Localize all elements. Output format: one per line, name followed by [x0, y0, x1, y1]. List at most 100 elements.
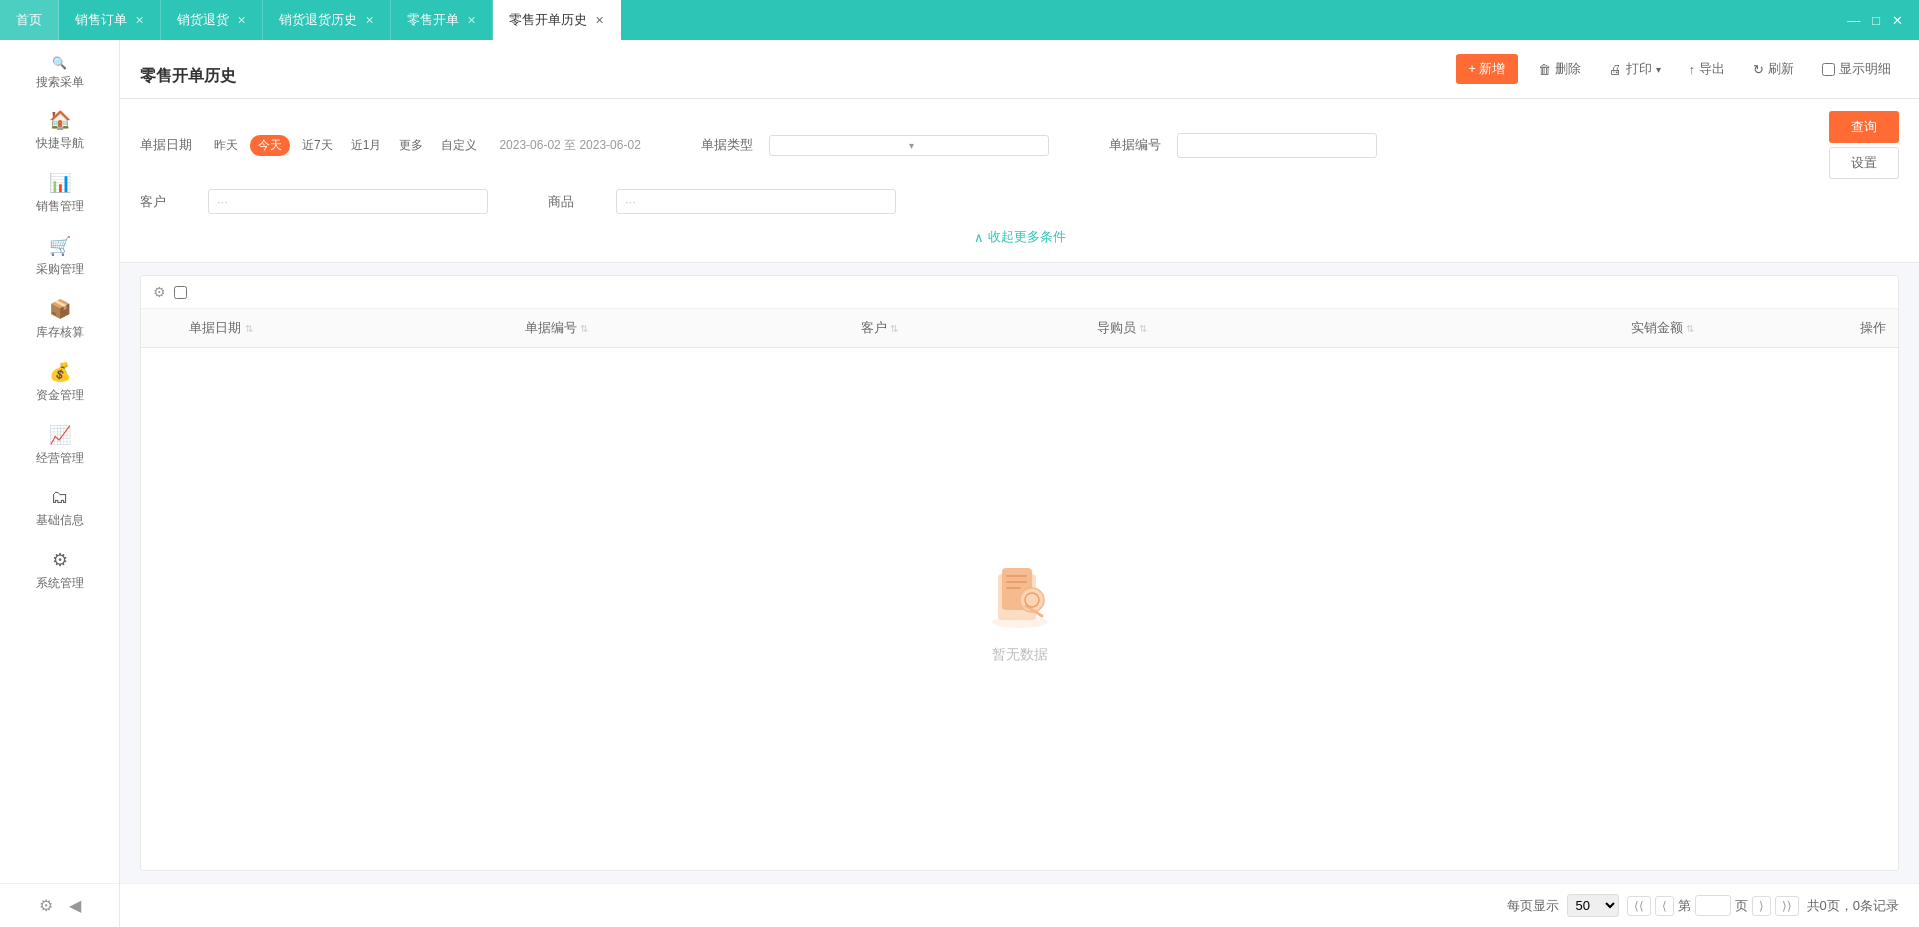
refresh-button[interactable]: ↻ 刷新	[1745, 56, 1802, 82]
print-button[interactable]: 🖨 打印 ▾	[1601, 56, 1669, 82]
column-settings-icon[interactable]: ⚙	[153, 284, 166, 300]
per-page-select[interactable]: 50 10 20 100	[1567, 894, 1619, 917]
date-opt-yesterday[interactable]: 昨天	[208, 135, 244, 156]
date-opt-today[interactable]: 今天	[250, 135, 290, 156]
table-area: ⚙ 单据日期 单据编号	[120, 263, 1919, 883]
tab-home[interactable]: 首页	[0, 0, 59, 40]
next-page-button[interactable]: ⟩	[1752, 896, 1771, 916]
first-page-button[interactable]: ⟨⟨	[1627, 896, 1651, 916]
sidebar-item-inventory[interactable]: 📦 库存核算	[0, 288, 119, 351]
window-close[interactable]: ✕	[1892, 13, 1903, 28]
main-layout: 🔍 搜索采单 🏠 快捷导航 📊 销售管理 🛒 采购管理 📦 库存核算 💰 资金管…	[0, 40, 1919, 927]
display-detail-checkbox[interactable]: 显示明细	[1814, 56, 1899, 82]
tab-retail-open-history[interactable]: 零售开单历史 ✕	[493, 0, 621, 40]
th-num[interactable]: 单据编号	[513, 309, 849, 348]
close-tab-sales-order[interactable]: ✕	[135, 14, 144, 27]
doc-num-filter-group: 单据编号	[1109, 133, 1377, 158]
window-minimize[interactable]: —	[1847, 13, 1860, 28]
empty-text: 暂无数据	[992, 646, 1048, 664]
sidebar-item-quick-nav[interactable]: 🏠 快捷导航	[0, 99, 119, 162]
sidebar: 🔍 搜索采单 🏠 快捷导航 📊 销售管理 🛒 采购管理 📦 库存核算 💰 资金管…	[0, 40, 120, 927]
goods-input[interactable]: ···	[616, 189, 896, 214]
empty-state: 暂无数据	[141, 348, 1898, 870]
filter-row-2: 客户 ··· 商品 ···	[140, 189, 1899, 214]
delete-icon: 🗑	[1538, 62, 1551, 77]
date-range-display: 2023-06-02 至 2023-06-02	[499, 137, 640, 154]
cart-icon: 🛒	[49, 235, 71, 257]
window-controls: — □ ✕	[1831, 13, 1919, 28]
collapse-more-button[interactable]: ∧ 收起更多条件	[974, 224, 1066, 250]
filter-area: 单据日期 昨天 今天 近7天 近1月 更多 自定义 2023-06-02 至 2…	[120, 99, 1919, 263]
doc-type-select[interactable]: ▾	[769, 135, 1049, 156]
th-guide[interactable]: 导购员	[1085, 309, 1371, 348]
query-buttons: 查询 设置	[1829, 111, 1899, 179]
settings-icon[interactable]: ⚙	[39, 896, 53, 915]
collapse-sidebar-icon[interactable]: ◀	[69, 896, 81, 915]
table-toolbar: ⚙	[141, 276, 1898, 309]
query-button[interactable]: 查询	[1829, 111, 1899, 143]
system-icon: ⚙	[52, 549, 68, 571]
close-tab-retail-open-history[interactable]: ✕	[595, 14, 604, 27]
date-opt-7days[interactable]: 近7天	[296, 135, 339, 156]
ops-icon: 📈	[49, 424, 71, 446]
date-opt-custom[interactable]: 自定义	[435, 135, 483, 156]
export-icon: ↑	[1689, 62, 1696, 77]
delete-button[interactable]: 🗑 删除	[1530, 56, 1589, 82]
filter-row-1: 单据日期 昨天 今天 近7天 近1月 更多 自定义 2023-06-02 至 2…	[140, 111, 1899, 179]
th-amount[interactable]: 实销金额	[1371, 309, 1707, 348]
add-button[interactable]: + 新增	[1456, 54, 1517, 84]
doc-num-text-input[interactable]	[1186, 138, 1368, 153]
sidebar-bottom: ⚙ ◀	[0, 883, 119, 927]
print-icon: 🖨	[1609, 62, 1622, 77]
sidebar-search[interactable]: 🔍 搜索采单	[0, 48, 119, 99]
tab-sales-return[interactable]: 销货退货 ✕	[161, 0, 263, 40]
page-unit: 页	[1735, 897, 1748, 915]
tab-retail-open[interactable]: 零售开单 ✕	[391, 0, 493, 40]
date-opt-more[interactable]: 更多	[393, 135, 429, 156]
money-icon: 💰	[49, 361, 71, 383]
sidebar-item-finance[interactable]: 💰 资金管理	[0, 351, 119, 414]
chart-icon: 📊	[49, 172, 71, 194]
doc-type-filter-group: 单据类型 ▾	[701, 135, 1049, 156]
customer-label: 客户	[140, 193, 200, 211]
goods-filter-group: 商品 ···	[548, 189, 896, 214]
sidebar-item-base-info[interactable]: 🗂 基础信息	[0, 477, 119, 539]
tab-sales-return-history[interactable]: 销货退货历史 ✕	[263, 0, 391, 40]
page-number-input[interactable]: 1	[1695, 895, 1731, 916]
data-table: 单据日期 单据编号 客户 导购员	[141, 309, 1898, 348]
page-navigation: ⟨⟨ ⟨ 第 1 页 ⟩ ⟩⟩	[1627, 895, 1799, 916]
select-all-label[interactable]	[174, 286, 187, 299]
close-tab-sales-return-history[interactable]: ✕	[365, 14, 374, 27]
export-button[interactable]: ↑ 导出	[1681, 56, 1734, 82]
customer-placeholder: ···	[217, 194, 228, 209]
sidebar-item-purchase-mgmt[interactable]: 🛒 采购管理	[0, 225, 119, 288]
th-date[interactable]: 单据日期	[177, 309, 513, 348]
doc-num-label: 单据编号	[1109, 136, 1169, 154]
per-page-label: 每页显示	[1507, 897, 1559, 915]
sidebar-item-sales-mgmt[interactable]: 📊 销售管理	[0, 162, 119, 225]
empty-illustration	[980, 554, 1060, 634]
sidebar-item-sys-mgmt[interactable]: ⚙ 系统管理	[0, 539, 119, 602]
page-header: 零售开单历史 + 新增 🗑 删除 🖨 打印 ▾ ↑ 导出 ↻	[120, 40, 1919, 99]
empty-svg	[980, 554, 1060, 634]
home-icon: 🏠	[49, 109, 71, 131]
customer-input[interactable]: ···	[208, 189, 488, 214]
settings-button[interactable]: 设置	[1829, 147, 1899, 179]
close-tab-sales-return[interactable]: ✕	[237, 14, 246, 27]
select-all-checkbox[interactable]	[174, 286, 187, 299]
close-tab-retail-open[interactable]: ✕	[467, 14, 476, 27]
th-customer[interactable]: 客户	[849, 309, 1085, 348]
detail-checkbox[interactable]	[1822, 63, 1835, 76]
sidebar-item-operations[interactable]: 📈 经营管理	[0, 414, 119, 477]
last-page-button[interactable]: ⟩⟩	[1775, 896, 1799, 916]
info-icon: 🗂	[51, 487, 69, 508]
date-options: 昨天 今天 近7天 近1月 更多 自定义	[208, 135, 483, 156]
table-container: ⚙ 单据日期 单据编号	[140, 275, 1899, 871]
date-opt-1month[interactable]: 近1月	[345, 135, 388, 156]
tab-sales-order[interactable]: 销售订单 ✕	[59, 0, 161, 40]
window-maximize[interactable]: □	[1872, 13, 1880, 28]
total-info: 共0页，0条记录	[1807, 897, 1899, 915]
doc-num-input[interactable]	[1177, 133, 1377, 158]
prev-page-button[interactable]: ⟨	[1655, 896, 1674, 916]
box-icon: 📦	[49, 298, 71, 320]
